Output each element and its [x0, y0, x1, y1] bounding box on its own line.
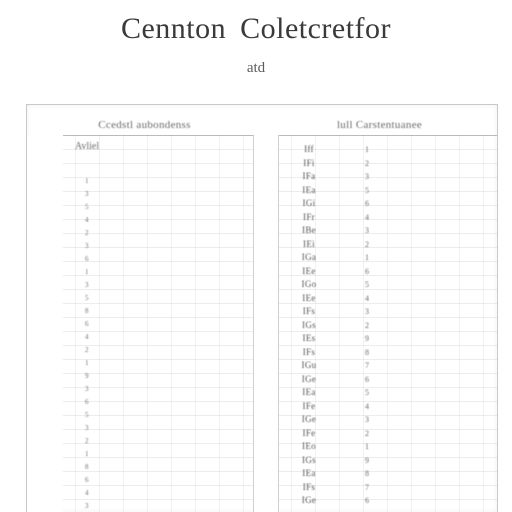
cell-value: IEa — [302, 386, 315, 400]
cell-value: IEi — [303, 238, 315, 252]
cell-value: IFs — [303, 481, 315, 495]
app-window: Cennton Coletcretfor atd Ccedstl aubonde… — [0, 0, 512, 512]
cell-value: IEa — [302, 467, 315, 481]
cell-value: 1 — [85, 448, 89, 461]
column-a: Avliel 13542361358642193653218643 — [65, 135, 109, 512]
cell-value: IGe — [302, 413, 316, 427]
cell-value: 1 — [365, 440, 369, 454]
cell-value: 7 — [365, 359, 369, 373]
column-header-left: Ccedstl aubondenss — [27, 105, 262, 135]
cell-value: 4 — [85, 331, 89, 344]
cell-value: IGi — [303, 197, 316, 211]
column-b: IffIFiIFaIEaIGiIFrIBeIEiIGaIEeIGoIEeIFsI… — [281, 135, 337, 512]
column-headers: Ccedstl aubondenss lull Carstentuanee — [27, 105, 497, 136]
cell-value: 6 — [85, 253, 89, 266]
cell-value: 3 — [365, 224, 369, 238]
cell-value: 5 — [85, 409, 89, 422]
cell-value: 6 — [365, 494, 369, 508]
document-sheet: Ccedstl aubondenss lull Carstentuanee Av… — [26, 104, 498, 512]
cell-value: IFs — [303, 346, 315, 360]
cell-value: 3 — [85, 188, 89, 201]
cell-value: 5 — [365, 278, 369, 292]
cell-value: 1 — [85, 175, 89, 188]
cell-value: IBe — [302, 224, 316, 238]
cell-value: 9 — [85, 370, 89, 383]
cell-value: 2 — [365, 319, 369, 333]
cell-value: IEe — [302, 265, 315, 279]
cell-value: 4 — [365, 292, 369, 306]
cell-value: 9 — [365, 454, 369, 468]
cell-value: IEs — [303, 332, 316, 346]
cell-value: 7 — [365, 481, 369, 495]
cell-value: IGe — [302, 494, 316, 508]
cell-value: 5 — [85, 292, 89, 305]
cell-value: 8 — [365, 346, 369, 360]
page-title: Cennton Coletcretfor — [0, 0, 512, 58]
cell-value: IGs — [302, 319, 316, 333]
cell-value: IGs — [302, 454, 316, 468]
left-margin — [27, 135, 63, 512]
cell-value: 4 — [85, 214, 89, 227]
column-a-values: 13542361358642193653218643 — [65, 175, 109, 512]
title-left: Cennton — [121, 12, 226, 46]
title-right: Coletcretfor — [240, 12, 391, 46]
cell-value: 3 — [85, 279, 89, 292]
cell-value: 8 — [365, 467, 369, 481]
column-a-label: Avliel — [65, 141, 109, 152]
cell-value: 4 — [365, 211, 369, 225]
cell-value: 3 — [85, 422, 89, 435]
cell-value: 8 — [85, 461, 89, 474]
cell-value: 2 — [365, 157, 369, 171]
cell-value: Iff — [304, 143, 314, 157]
cell-value: IGe — [302, 373, 316, 387]
cell-value: IEa — [302, 184, 315, 198]
cell-value: IFe — [303, 427, 316, 441]
subtitle: atd — [0, 60, 512, 77]
cell-value: 5 — [365, 184, 369, 198]
cell-value: IFe — [303, 400, 316, 414]
cell-value: 1 — [365, 251, 369, 265]
cell-value: 3 — [85, 383, 89, 396]
column-b-values: IffIFiIFaIEaIGiIFrIBeIEiIGaIEeIGoIEeIFsI… — [281, 143, 337, 512]
cell-value: 1 — [85, 266, 89, 279]
cell-value: 5 — [85, 201, 89, 214]
column-header-right: lull Carstentuanee — [262, 105, 497, 135]
cell-value: IFi — [303, 157, 314, 171]
cell-value: 3 — [85, 500, 89, 512]
cell-value: IFa — [303, 170, 316, 184]
cell-value: 6 — [85, 318, 89, 331]
cell-value: 6 — [85, 474, 89, 487]
cell-value: 9 — [365, 332, 369, 346]
cell-value: 2 — [85, 227, 89, 240]
cell-value: 3 — [365, 170, 369, 184]
cell-value: 2 — [365, 238, 369, 252]
cell-value: 6 — [365, 265, 369, 279]
cell-value: 2 — [85, 344, 89, 357]
cell-value: 4 — [365, 400, 369, 414]
cell-value: IEo — [302, 440, 316, 454]
cell-value: 1 — [85, 357, 89, 370]
cell-value: 3 — [365, 413, 369, 427]
cell-value: 8 — [85, 305, 89, 318]
cell-value: 6 — [365, 197, 369, 211]
cell-value: 6 — [365, 373, 369, 387]
cell-value: 4 — [85, 487, 89, 500]
mid-gutter — [253, 135, 279, 512]
cell-value: 2 — [85, 435, 89, 448]
cell-value: IFs — [303, 305, 315, 319]
cell-value: IGo — [302, 278, 317, 292]
column-c: 123564321654329876543219876 — [345, 135, 389, 512]
cell-value: 5 — [365, 386, 369, 400]
cell-value: IGu — [302, 359, 317, 373]
cell-value: 1 — [365, 143, 369, 157]
cell-value: IGa — [302, 251, 316, 265]
cell-value: IFr — [303, 211, 315, 225]
column-c-values: 123564321654329876543219876 — [345, 143, 389, 512]
cell-value: 3 — [85, 240, 89, 253]
cell-value: 2 — [365, 427, 369, 441]
cell-value: 3 — [365, 305, 369, 319]
cell-value: IEe — [302, 292, 315, 306]
cell-value: 6 — [85, 396, 89, 409]
